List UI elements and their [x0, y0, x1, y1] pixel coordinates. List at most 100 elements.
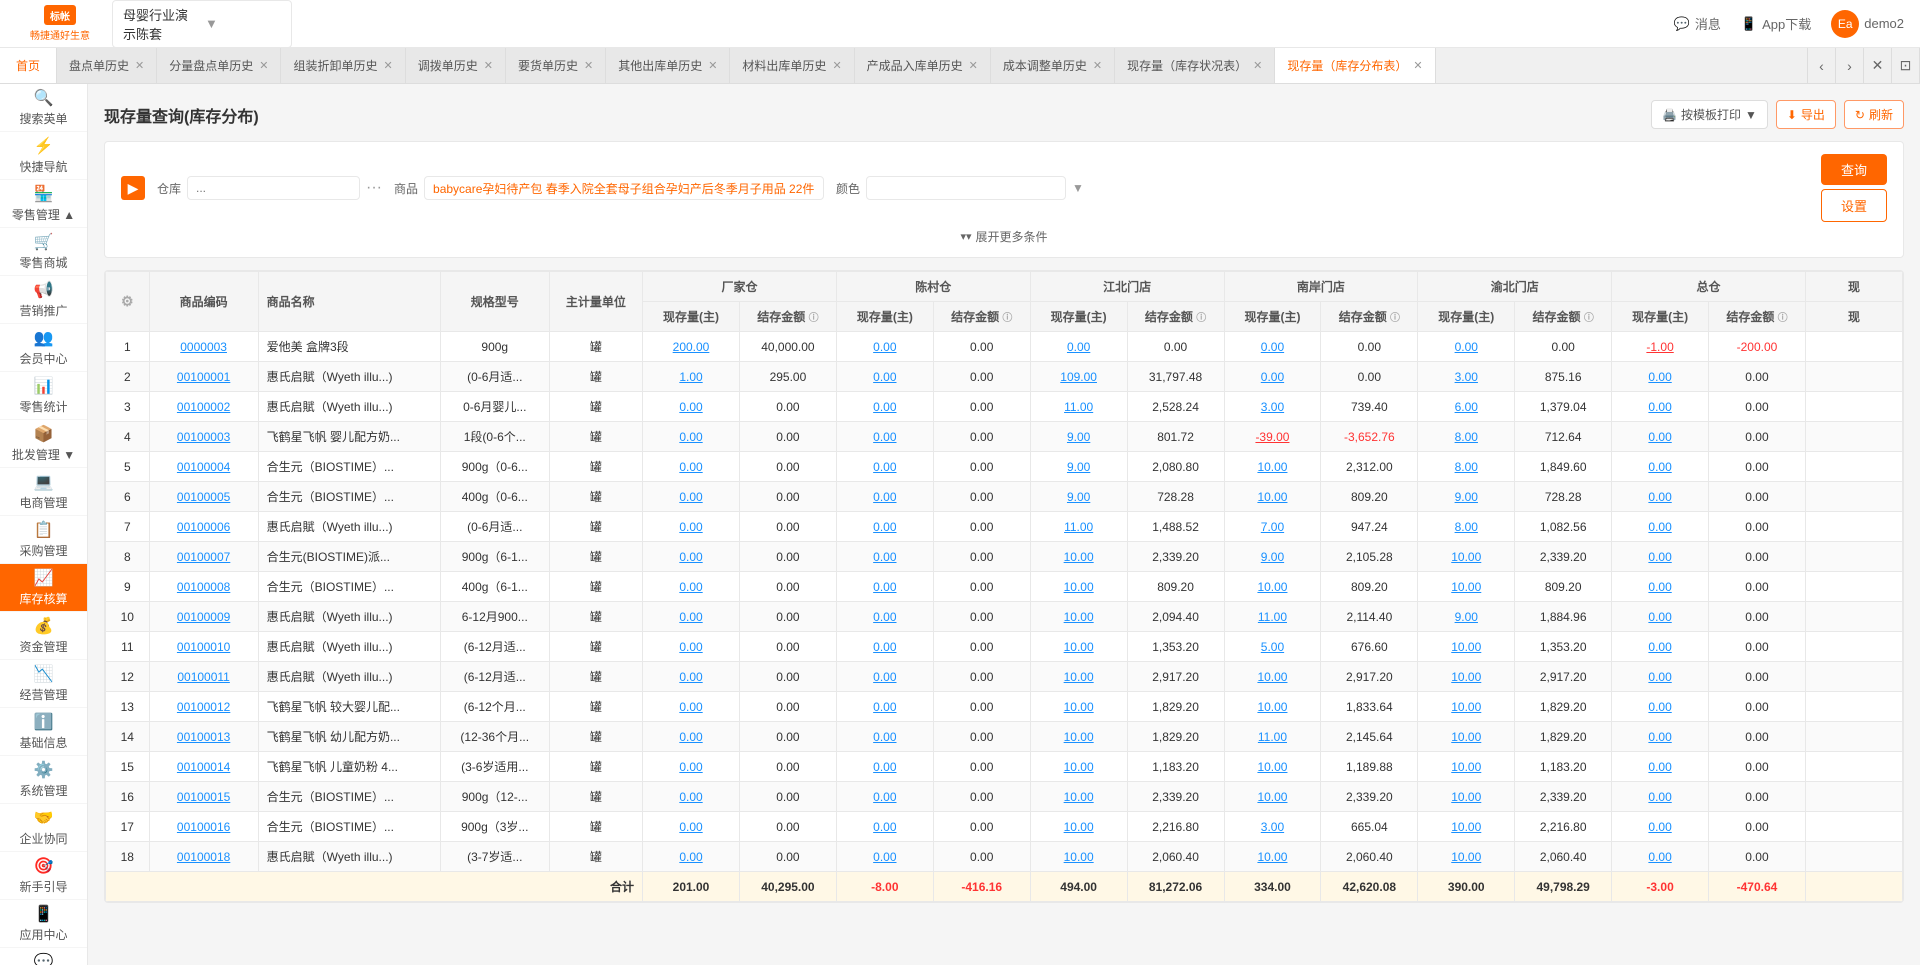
cell-f-stock[interactable]: 0.00	[643, 692, 740, 722]
cell-na-stock[interactable]: 11.00	[1224, 602, 1321, 632]
warehouse-input[interactable]	[187, 176, 360, 200]
cell-code[interactable]: 00100001	[149, 362, 258, 392]
cell-na-stock[interactable]: 3.00	[1224, 392, 1321, 422]
cell-code[interactable]: 00100002	[149, 392, 258, 422]
cell-yb-stock[interactable]: 6.00	[1418, 392, 1515, 422]
sidebar-item-ecommerce[interactable]: 💻 电商管理	[0, 468, 87, 516]
close-icon[interactable]: ✕	[584, 59, 593, 72]
cell-na-stock[interactable]: 10.00	[1224, 692, 1321, 722]
cell-total-stock[interactable]: 0.00	[1612, 452, 1709, 482]
cell-yb-stock[interactable]: 10.00	[1418, 542, 1515, 572]
cell-jb-stock[interactable]: 109.00	[1030, 362, 1127, 392]
cell-f-stock[interactable]: 0.00	[643, 452, 740, 482]
cell-c-stock[interactable]: 0.00	[836, 602, 933, 632]
cell-c-stock[interactable]: 0.00	[836, 392, 933, 422]
nav-close-button[interactable]: ✕	[1864, 48, 1892, 84]
gear-icon[interactable]: ⚙	[121, 293, 134, 309]
cell-yb-stock[interactable]: 10.00	[1418, 632, 1515, 662]
cell-f-stock[interactable]: 0.00	[643, 572, 740, 602]
cell-total-stock[interactable]: 0.00	[1612, 722, 1709, 752]
tab-fenpandian[interactable]: 分量盘点单历史 ✕	[157, 48, 281, 84]
cell-c-stock[interactable]: 0.00	[836, 752, 933, 782]
cell-jb-stock[interactable]: 10.00	[1030, 542, 1127, 572]
warehouse-more-icon[interactable]: ···	[366, 179, 382, 197]
close-icon[interactable]: ✕	[484, 59, 493, 72]
cell-total-stock[interactable]: 0.00	[1612, 752, 1709, 782]
cell-f-stock[interactable]: 200.00	[643, 332, 740, 362]
cell-jb-stock[interactable]: 11.00	[1030, 512, 1127, 542]
cell-f-stock[interactable]: 0.00	[643, 602, 740, 632]
cell-na-stock[interactable]: -39.00	[1224, 422, 1321, 452]
info-icon[interactable]: ⓘ	[1196, 313, 1206, 324]
close-icon[interactable]: ✕	[135, 59, 144, 72]
cell-code[interactable]: 00100016	[149, 812, 258, 842]
tab-yaohuo[interactable]: 要货单历史 ✕	[506, 48, 606, 84]
cell-na-stock[interactable]: 11.00	[1224, 722, 1321, 752]
cell-code[interactable]: 00100012	[149, 692, 258, 722]
cell-na-stock[interactable]: 7.00	[1224, 512, 1321, 542]
sidebar-item-wechat[interactable]: 💬 企业微信	[0, 948, 87, 965]
cell-c-stock[interactable]: 0.00	[836, 542, 933, 572]
tab-home[interactable]: 首页	[0, 48, 57, 84]
cell-c-stock[interactable]: 0.00	[836, 362, 933, 392]
cell-yb-stock[interactable]: 10.00	[1418, 782, 1515, 812]
cell-yb-stock[interactable]: 10.00	[1418, 662, 1515, 692]
close-icon[interactable]: ✕	[708, 59, 717, 72]
cell-jb-stock[interactable]: 9.00	[1030, 482, 1127, 512]
sidebar-item-operations[interactable]: 📉 经营管理	[0, 660, 87, 708]
cell-total-stock[interactable]: 0.00	[1612, 482, 1709, 512]
cell-f-stock[interactable]: 0.00	[643, 842, 740, 872]
sidebar-item-purchase[interactable]: 📋 采购管理	[0, 516, 87, 564]
cell-total-stock[interactable]: 0.00	[1612, 812, 1709, 842]
cell-total-stock[interactable]: 0.00	[1612, 512, 1709, 542]
cell-yb-stock[interactable]: 9.00	[1418, 482, 1515, 512]
cell-c-stock[interactable]: 0.00	[836, 782, 933, 812]
cell-yb-stock[interactable]: 10.00	[1418, 692, 1515, 722]
sidebar-item-member[interactable]: 👥 会员中心	[0, 324, 87, 372]
tab-pandian[interactable]: 盘点单历史 ✕	[57, 48, 157, 84]
close-icon[interactable]: ✕	[384, 59, 393, 72]
cell-jb-stock[interactable]: 11.00	[1030, 392, 1127, 422]
cell-jb-stock[interactable]: 10.00	[1030, 722, 1127, 752]
cell-f-stock[interactable]: 0.00	[643, 812, 740, 842]
cell-f-stock[interactable]: 0.00	[643, 782, 740, 812]
cell-code[interactable]: 00100011	[149, 662, 258, 692]
sidebar-item-system[interactable]: ⚙️ 系统管理	[0, 756, 87, 804]
col-header-gear[interactable]: ⚙	[106, 272, 150, 332]
cell-na-stock[interactable]: 3.00	[1224, 812, 1321, 842]
cell-f-stock[interactable]: 0.00	[643, 512, 740, 542]
nav-prev-button[interactable]: ‹	[1808, 48, 1836, 84]
cell-na-stock[interactable]: 0.00	[1224, 362, 1321, 392]
export-button[interactable]: ⬇ 导出	[1776, 100, 1836, 129]
cell-jb-stock[interactable]: 9.00	[1030, 452, 1127, 482]
cell-code[interactable]: 00100015	[149, 782, 258, 812]
close-icon[interactable]: ✕	[1253, 59, 1262, 72]
cell-code[interactable]: 00100003	[149, 422, 258, 452]
cell-yb-stock[interactable]: 0.00	[1418, 332, 1515, 362]
sidebar-item-enterprise[interactable]: 🤝 企业协同	[0, 804, 87, 852]
tab-xiancunliang-dist[interactable]: 现存量（库存分布表）✕	[1275, 48, 1435, 84]
info-icon[interactable]: ⓘ	[1002, 313, 1012, 324]
cell-yb-stock[interactable]: 10.00	[1418, 842, 1515, 872]
cell-yb-stock[interactable]: 10.00	[1418, 812, 1515, 842]
tab-chanpinruku[interactable]: 产成品入库单历史 ✕	[855, 48, 991, 84]
cell-jb-stock[interactable]: 10.00	[1030, 602, 1127, 632]
cell-total-stock[interactable]: 0.00	[1612, 842, 1709, 872]
cell-f-stock[interactable]: 0.00	[643, 542, 740, 572]
cell-jb-stock[interactable]: 10.00	[1030, 662, 1127, 692]
cell-c-stock[interactable]: 0.00	[836, 452, 933, 482]
expand-collapse-button[interactable]: ▶	[121, 176, 145, 200]
close-icon[interactable]: ✕	[1413, 59, 1422, 72]
sidebar-item-nav[interactable]: ⚡ 快捷导航	[0, 132, 87, 180]
tab-diaopai[interactable]: 调拨单历史 ✕	[406, 48, 506, 84]
cell-code[interactable]: 00100007	[149, 542, 258, 572]
cell-f-stock[interactable]: 0.00	[643, 422, 740, 452]
cell-code[interactable]: 00100018	[149, 842, 258, 872]
cell-total-stock[interactable]: 0.00	[1612, 542, 1709, 572]
cell-c-stock[interactable]: 0.00	[836, 632, 933, 662]
cell-total-stock[interactable]: 0.00	[1612, 782, 1709, 812]
cell-total-stock[interactable]: 0.00	[1612, 572, 1709, 602]
cell-total-stock[interactable]: -1.00	[1612, 332, 1709, 362]
close-icon[interactable]: ✕	[969, 59, 978, 72]
sidebar-item-retail-mall[interactable]: 🛒 零售商城	[0, 228, 87, 276]
